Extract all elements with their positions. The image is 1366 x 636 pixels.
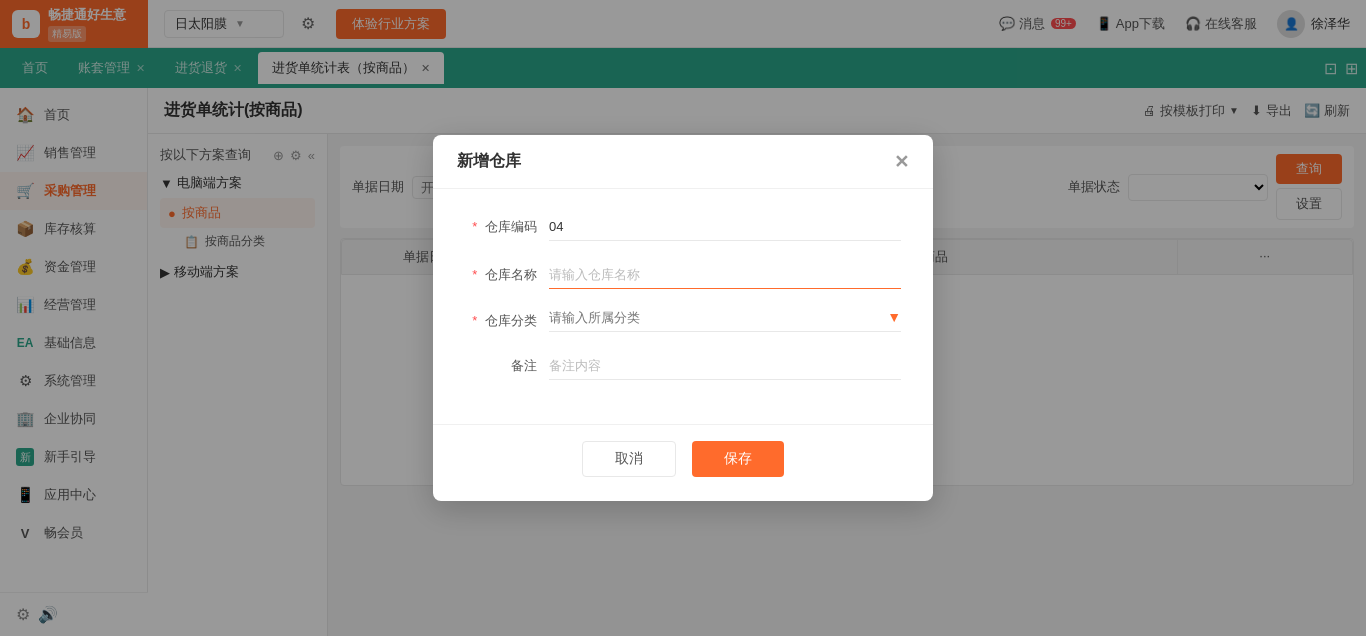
cancel-button[interactable]: 取消	[582, 441, 676, 477]
modal-close-button[interactable]: ✕	[894, 153, 909, 171]
modal-header: 新增仓库 ✕	[433, 135, 933, 189]
form-row-note: * 备注	[465, 352, 901, 380]
save-button[interactable]: 保存	[692, 441, 784, 477]
code-label: * 仓库编码	[465, 218, 537, 236]
modal-title: 新增仓库	[457, 151, 521, 172]
form-row-code: * 仓库编码	[465, 213, 901, 241]
modal-footer: 取消 保存	[433, 424, 933, 501]
form-row-category: * 仓库分类 ▼	[465, 309, 901, 332]
category-dropdown-icon[interactable]: ▼	[887, 309, 901, 325]
form-row-name: * 仓库名称	[465, 261, 901, 289]
add-warehouse-modal: 新增仓库 ✕ * 仓库编码 * 仓库名称	[433, 135, 933, 501]
code-input[interactable]	[549, 213, 901, 241]
note-label: * 备注	[465, 357, 537, 375]
modal-body: * 仓库编码 * 仓库名称 * 仓库分类	[433, 189, 933, 424]
category-select-row: ▼	[549, 309, 901, 332]
name-input[interactable]	[549, 261, 901, 289]
modal-overlay: 新增仓库 ✕ * 仓库编码 * 仓库名称	[0, 0, 1366, 636]
name-label: * 仓库名称	[465, 266, 537, 284]
note-input[interactable]	[549, 352, 901, 380]
category-input[interactable]	[549, 310, 887, 325]
category-label: * 仓库分类	[465, 312, 537, 330]
